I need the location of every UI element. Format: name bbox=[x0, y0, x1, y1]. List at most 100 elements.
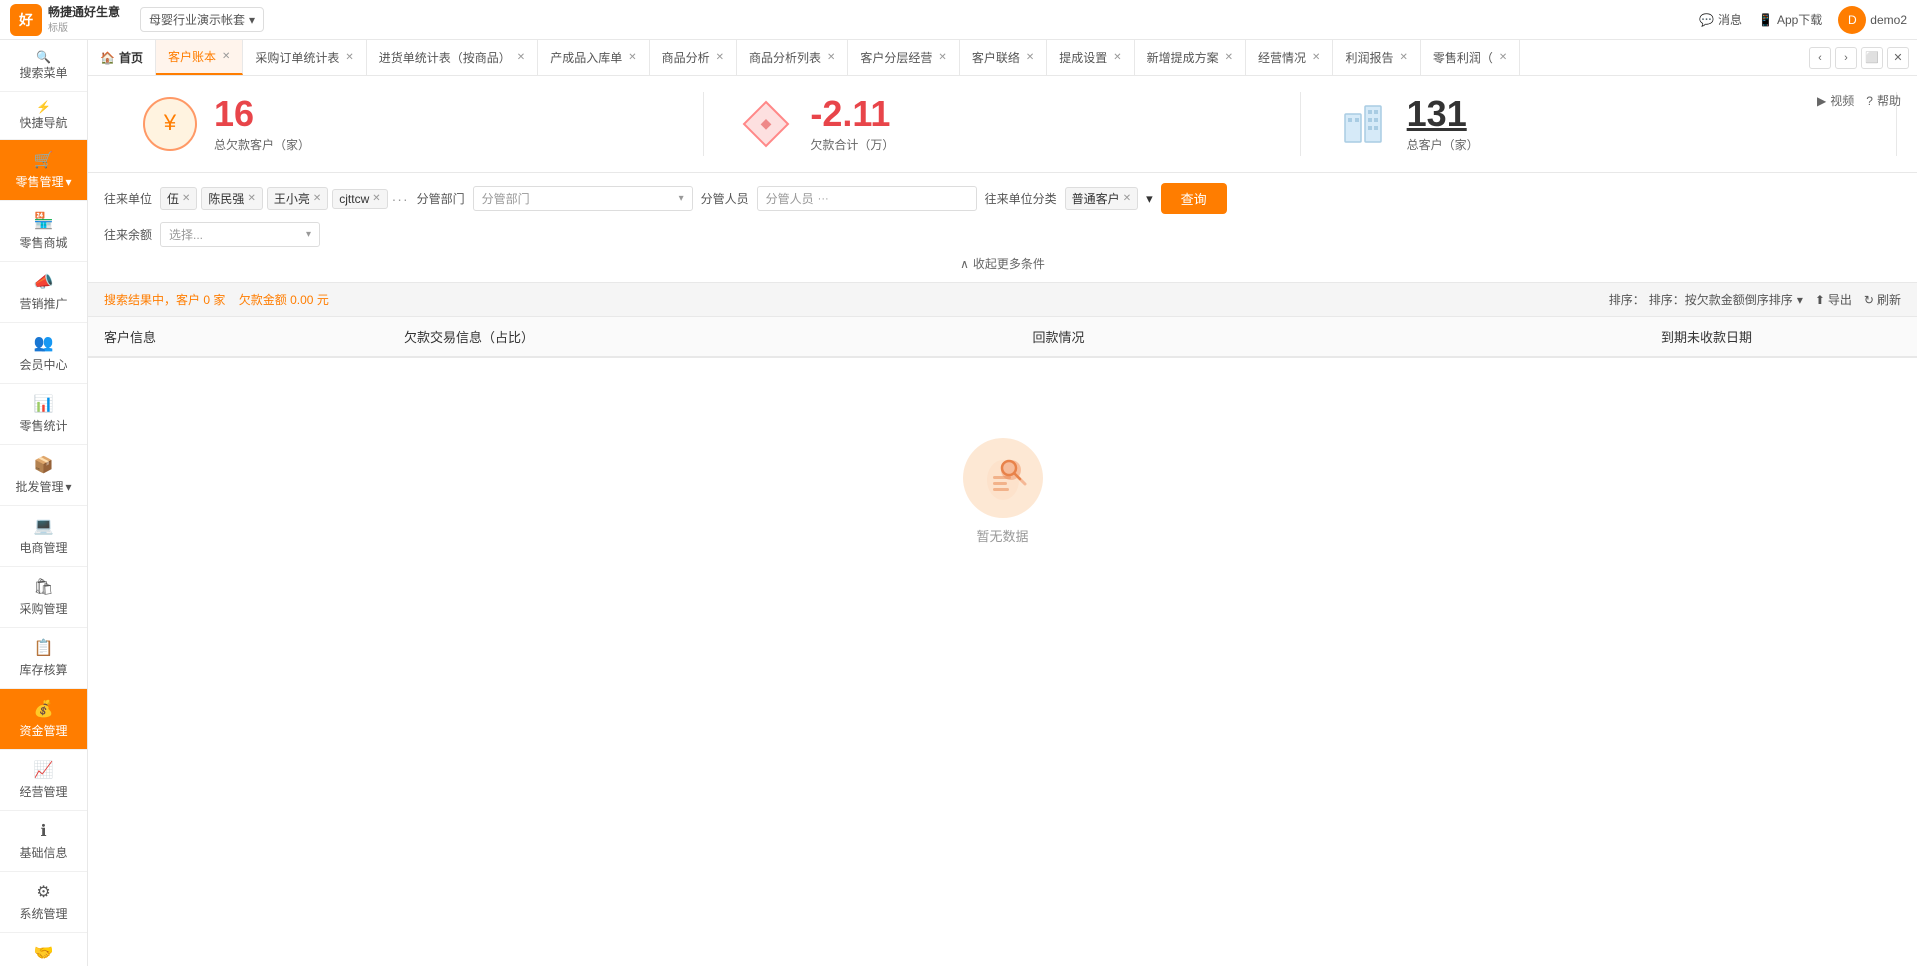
filter-row-1: 往来单位 伍 ✕ 陈民强 ✕ 王小亮 bbox=[104, 183, 1901, 214]
finance-icon: 💰 bbox=[34, 699, 54, 719]
tab-business-status[interactable]: 经营情况 ✕ bbox=[1246, 40, 1333, 75]
tab-close-all[interactable]: ✕ bbox=[1887, 47, 1909, 69]
stat-credit-amount: ◆ -2.11 欠款合计（万） bbox=[704, 92, 1300, 156]
sidebar-item-purchase[interactable]: 🛍 采购管理 bbox=[0, 567, 87, 628]
tab-customers[interactable]: 客户账本 ✕ bbox=[156, 40, 243, 75]
help-icon: ? bbox=[1866, 94, 1873, 108]
tab-goods-analysis-list[interactable]: 商品分析列表 ✕ bbox=[737, 40, 848, 75]
unit-label: 往来单位 bbox=[104, 190, 152, 207]
balance-select[interactable]: 选择... ▾ bbox=[160, 222, 320, 247]
stat-info-total: 131 总客户（家） bbox=[1407, 96, 1479, 153]
store-selector[interactable]: 母婴行业演示帐套 ▾ bbox=[140, 7, 264, 32]
person-more-icon: ··· bbox=[818, 193, 829, 205]
stat-value-amount: -2.11 bbox=[810, 96, 894, 132]
stat-value-credit: 16 bbox=[214, 96, 310, 132]
tag-chen: 陈民强 ✕ bbox=[201, 187, 262, 210]
tab-close-profit[interactable]: ✕ bbox=[1399, 52, 1407, 63]
tab-retail-profit[interactable]: 零售利润（ ✕ bbox=[1421, 40, 1520, 75]
sidebar-item-retail-stats[interactable]: 📊 零售统计 bbox=[0, 384, 87, 445]
tag-close-chen[interactable]: ✕ bbox=[247, 193, 255, 204]
refresh-button[interactable]: ↻ 刷新 bbox=[1864, 291, 1901, 308]
export-button[interactable]: ⬆ 导出 bbox=[1815, 291, 1852, 308]
tag-more-button[interactable]: ··· bbox=[392, 191, 409, 207]
filter-row-2: 往来余额 选择... ▾ bbox=[104, 222, 1901, 247]
stat-icon-money: ¥ bbox=[138, 92, 202, 156]
tab-stock-stats[interactable]: 进货单统计表（按商品） ✕ bbox=[367, 40, 538, 75]
sidebar-item-operations[interactable]: 📈 经营管理 bbox=[0, 750, 87, 811]
tab-close-new-promo[interactable]: ✕ bbox=[1225, 52, 1233, 63]
tab-cost-in[interactable]: 产成品入库单 ✕ bbox=[538, 40, 649, 75]
marketing-icon: 📣 bbox=[34, 272, 54, 292]
tab-scroll-right[interactable]: › bbox=[1835, 47, 1857, 69]
tab-close-contact[interactable]: ✕ bbox=[1026, 52, 1034, 63]
app-download-button[interactable]: 📱 App下载 bbox=[1758, 11, 1822, 28]
tab-close-retail[interactable]: ✕ bbox=[1499, 52, 1507, 63]
sidebar-search-menu[interactable]: 🔍 搜索菜单 bbox=[0, 40, 87, 92]
refresh-label: 刷新 bbox=[1877, 291, 1901, 308]
unit-class-label: 往来单位分类 bbox=[985, 190, 1057, 207]
tab-goods-analysis[interactable]: 商品分析 ✕ bbox=[650, 40, 737, 75]
tab-bar: 🏠 首页 客户账本 ✕ 采购订单统计表 ✕ 进货单统计表（按商品） ✕ 产成品入… bbox=[88, 40, 1917, 76]
tab-maximize[interactable]: ⬜ bbox=[1861, 47, 1883, 69]
tab-close-cost[interactable]: ✕ bbox=[628, 52, 636, 63]
sidebar-item-member[interactable]: 👥 会员中心 bbox=[0, 323, 87, 384]
sidebar-item-retail[interactable]: 🛒 零售管理 ▾ bbox=[0, 140, 87, 201]
person-select[interactable]: 分管人员 ··· bbox=[757, 186, 977, 211]
tab-new-promotion[interactable]: 新增提成方案 ✕ bbox=[1135, 40, 1246, 75]
stat-label-credit: 总欠款客户（家） bbox=[214, 136, 310, 153]
message-button[interactable]: 💬 消息 bbox=[1699, 11, 1742, 28]
tab-close-stock[interactable]: ✕ bbox=[517, 52, 525, 63]
tab-close-promo[interactable]: ✕ bbox=[1113, 52, 1121, 63]
stat-credit-customers: ¥ 16 总欠款客户（家） bbox=[108, 92, 704, 156]
tab-scroll-left[interactable]: ‹ bbox=[1809, 47, 1831, 69]
sidebar-item-wholesale[interactable]: 📦 批发管理 ▾ bbox=[0, 445, 87, 506]
sidebar-item-system[interactable]: ⚙ 系统管理 bbox=[0, 872, 87, 933]
tab-close-segment[interactable]: ✕ bbox=[938, 52, 946, 63]
col-credit-info: 欠款交易信息（占比） bbox=[404, 327, 1033, 346]
purchase-icon: 🛍 bbox=[33, 577, 53, 597]
refresh-icon: ↻ bbox=[1864, 293, 1874, 307]
tab-close-customers[interactable]: ✕ bbox=[222, 51, 230, 62]
sidebar-item-marketing[interactable]: 📣 营销推广 bbox=[0, 262, 87, 323]
sidebar-item-enterprise[interactable]: 🤝 企业协同 bbox=[0, 933, 87, 966]
sidebar-quick-nav[interactable]: ⚡ 快捷导航 bbox=[0, 92, 87, 140]
tab-customer-contact[interactable]: 客户联络 ✕ bbox=[960, 40, 1047, 75]
tag-close-wu[interactable]: ✕ bbox=[182, 193, 190, 204]
store-arrow-icon: ▾ bbox=[249, 13, 255, 27]
sidebar-item-basic-info[interactable]: ℹ 基础信息 bbox=[0, 811, 87, 872]
tab-close-biz[interactable]: ✕ bbox=[1312, 52, 1320, 63]
tab-close-goods-list[interactable]: ✕ bbox=[827, 52, 835, 63]
sidebar-item-inventory[interactable]: 📋 库存核算 bbox=[0, 628, 87, 689]
results-bar: 搜索结果中，客户 0 家 欠款金额 0.00 元 排序： 排序：按欠款金额倒序排… bbox=[88, 283, 1917, 317]
user-menu[interactable]: D demo2 bbox=[1838, 6, 1907, 34]
operations-icon: 📈 bbox=[34, 760, 54, 780]
help-link[interactable]: ? 帮助 bbox=[1866, 92, 1901, 109]
table-container: 客户信息 欠款交易信息（占比） 回款情况 到期未收款日期 bbox=[88, 317, 1917, 966]
collapse-button[interactable]: ∧ 收起更多条件 bbox=[960, 255, 1045, 272]
tag-close-normal[interactable]: ✕ bbox=[1123, 193, 1131, 204]
app-label: App下载 bbox=[1777, 11, 1822, 28]
sort-select[interactable]: 排序： 排序：按欠款金额倒序排序 ▾ bbox=[1609, 291, 1803, 308]
tab-close-purchase[interactable]: ✕ bbox=[345, 52, 353, 63]
query-button[interactable]: 查询 bbox=[1161, 183, 1227, 214]
sort-label: 排序： bbox=[1609, 291, 1645, 308]
tab-home[interactable]: 🏠 首页 bbox=[88, 40, 156, 75]
tab-purchase-orders[interactable]: 采购订单统计表 ✕ bbox=[243, 40, 366, 75]
sidebar-item-retail-mall[interactable]: 🏪 零售商城 bbox=[0, 201, 87, 262]
video-link[interactable]: ▶ 视频 bbox=[1817, 92, 1854, 109]
tag-close-cjttcw[interactable]: ✕ bbox=[372, 193, 380, 204]
tab-profit-report[interactable]: 利润报告 ✕ bbox=[1333, 40, 1420, 75]
sidebar-item-ecommerce[interactable]: 💻 电商管理 bbox=[0, 506, 87, 567]
tab-customer-segment[interactable]: 客户分层经营 ✕ bbox=[848, 40, 959, 75]
tab-promotion-settings[interactable]: 提成设置 ✕ bbox=[1047, 40, 1134, 75]
sort-value: 排序：按欠款金额倒序排序 bbox=[1649, 291, 1793, 308]
inventory-icon: 📋 bbox=[34, 638, 54, 658]
tag-close-wang[interactable]: ✕ bbox=[313, 193, 321, 204]
logo-area: 好 畅捷通好生意 标版 bbox=[10, 4, 120, 36]
tab-close-goods[interactable]: ✕ bbox=[716, 52, 724, 63]
dept-select[interactable]: 分管部门 ▾ bbox=[473, 186, 693, 211]
sidebar-item-finance[interactable]: 💰 资金管理 bbox=[0, 689, 87, 750]
col-payment-status: 回款情况 bbox=[1033, 327, 1662, 346]
svg-text:◆: ◆ bbox=[761, 115, 772, 131]
stat-icon-building bbox=[1331, 92, 1395, 156]
